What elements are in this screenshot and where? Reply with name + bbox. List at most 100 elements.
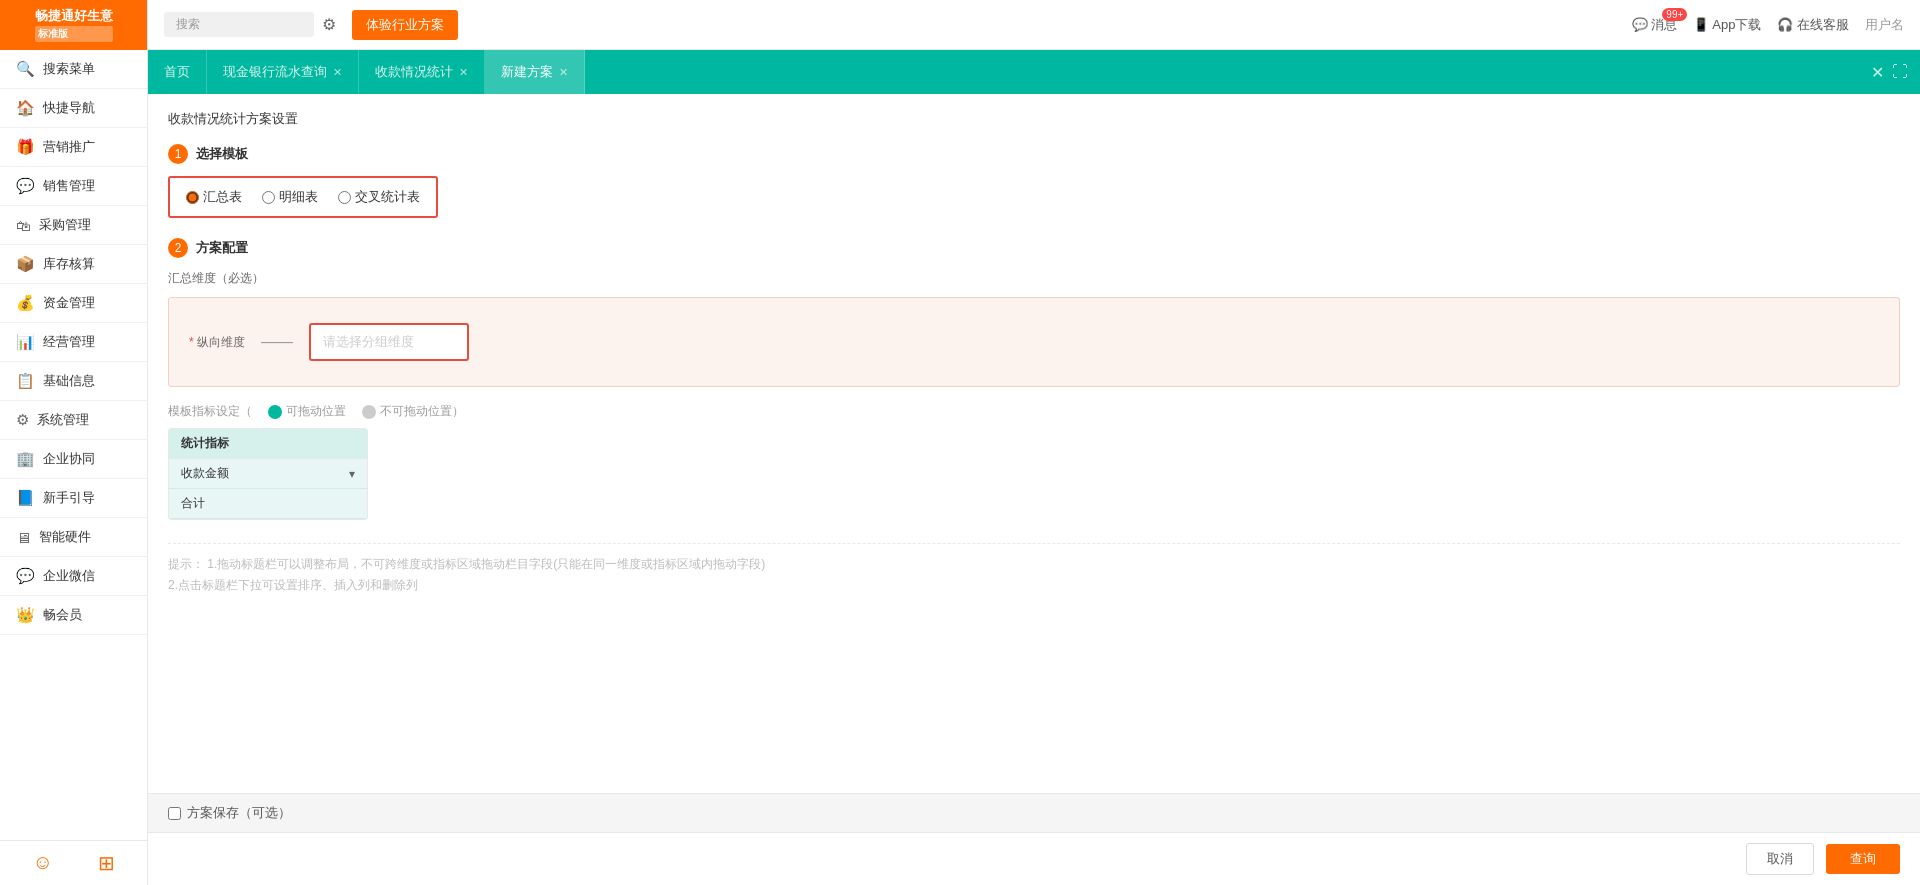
sidebar-item-label: 采购管理 — [39, 216, 91, 234]
sales-icon: 💬 — [16, 177, 35, 195]
radio-detail[interactable]: 明细表 — [262, 188, 318, 206]
sidebar-item-label: 畅会员 — [43, 606, 82, 624]
save-checkbox[interactable] — [168, 807, 181, 820]
tab-close-icon[interactable]: ✕ — [559, 66, 568, 79]
page-title: 收款情况统计方案设置 — [168, 110, 1900, 128]
settings-icon[interactable]: ⚙ — [322, 15, 336, 34]
sidebar-item-label: 新手引导 — [43, 489, 95, 507]
sidebar-item-label: 快捷导航 — [43, 99, 95, 117]
tab-new-plan-label: 新建方案 — [501, 63, 553, 81]
footer-bar: 取消 查询 — [148, 832, 1920, 885]
sidebar-item-wechat[interactable]: 💬 企业微信 — [0, 557, 147, 596]
step1-section: 1 选择模板 汇总表 明细表 交叉统计表 — [168, 144, 1900, 218]
summary-dim-title: 汇总维度（必选） — [168, 270, 1900, 287]
radio-detail-input[interactable] — [262, 191, 275, 204]
metrics-cell-payment[interactable]: 收款金额 ▾ — [169, 459, 367, 489]
home-icon: 🏠 — [16, 99, 35, 117]
tip-text-2: 2.点击标题栏下拉可设置排序、插入列和删除列 — [168, 577, 418, 594]
metrics-section: 模板指标设定（ 可拖动位置 不可拖动位置） 统计指标 — [168, 403, 1900, 523]
search-placeholder: 搜索 — [176, 17, 200, 31]
step1-num: 1 — [168, 144, 188, 164]
gift-icon: 🎁 — [16, 138, 35, 156]
tab-bar: 首页 现金银行流水查询 ✕ 收款情况统计 ✕ 新建方案 ✕ ✕ ⛶ — [148, 50, 1920, 94]
sidebar-bottom-icon2[interactable]: ⊞ — [98, 851, 115, 875]
window-close-icon[interactable]: ✕ — [1871, 63, 1884, 82]
radio-cross-label: 交叉统计表 — [355, 188, 420, 206]
message-button[interactable]: 💬 消息 99+ — [1632, 16, 1678, 34]
dimension-select[interactable]: 请选择分组维度 — [309, 323, 469, 361]
draggable-label: 可拖动位置 — [286, 403, 346, 420]
radio-cross-input[interactable] — [338, 191, 351, 204]
tab-bar-actions: ✕ ⛶ — [1871, 63, 1920, 82]
radio-cross[interactable]: 交叉统计表 — [338, 188, 420, 206]
step1-header: 1 选择模板 — [168, 144, 1900, 164]
tab-payment-stat[interactable]: 收款情况统计 ✕ — [359, 50, 485, 94]
non-draggable-hint: 不可拖动位置） — [362, 403, 464, 420]
vertical-dim-text: 纵向维度 — [197, 335, 245, 349]
message-icon: 💬 — [1632, 17, 1648, 32]
sidebar-item-hardware[interactable]: 🖥 智能硬件 — [0, 518, 147, 557]
tab-cash-flow[interactable]: 现金银行流水查询 ✕ — [207, 50, 359, 94]
app-download-button[interactable]: 📱 App下载 — [1693, 16, 1761, 34]
sidebar-item-marketing[interactable]: 🎁 营销推广 — [0, 128, 147, 167]
radio-summary-input[interactable] — [186, 191, 199, 204]
radio-summary[interactable]: 汇总表 — [186, 188, 242, 206]
sidebar-item-basicinfo[interactable]: 📋 基础信息 — [0, 362, 147, 401]
hardware-icon: 🖥 — [16, 529, 31, 546]
tab-cash-flow-label: 现金银行流水查询 — [223, 63, 327, 81]
message-count: 99+ — [1662, 8, 1687, 21]
user-profile[interactable]: 用户名 — [1865, 16, 1904, 34]
sidebar-item-guide[interactable]: 📘 新手引导 — [0, 479, 147, 518]
guide-icon: 📘 — [16, 489, 35, 507]
header-search[interactable]: 搜索 — [164, 12, 314, 37]
sidebar-item-sales[interactable]: 💬 销售管理 — [0, 167, 147, 206]
sidebar-item-search[interactable]: 🔍 搜索菜单 — [0, 50, 147, 89]
header-right: 💬 消息 99+ 📱 App下载 🎧 在线客服 用户名 — [1632, 16, 1904, 34]
tab-close-icon[interactable]: ✕ — [459, 66, 468, 79]
content-area: 收款情况统计方案设置 1 选择模板 汇总表 明细表 — [148, 94, 1920, 885]
sidebar-item-operations[interactable]: 📊 经营管理 — [0, 323, 147, 362]
vertical-label: * 纵向维度 — [189, 334, 245, 351]
industry-button[interactable]: 体验行业方案 — [352, 10, 458, 40]
sidebar-item-purchase[interactable]: 🛍 采购管理 — [0, 206, 147, 245]
inventory-icon: 📦 — [16, 255, 35, 273]
sidebar-item-member[interactable]: 👑 畅会员 — [0, 596, 147, 635]
top-header: 搜索 ⚙ 体验行业方案 💬 消息 99+ 📱 App下载 🎧 在线客服 用户名 — [148, 0, 1920, 50]
online-service-button[interactable]: 🎧 在线客服 — [1777, 16, 1849, 34]
basicinfo-icon: 📋 — [16, 372, 35, 390]
sidebar-item-inventory[interactable]: 📦 库存核算 — [0, 245, 147, 284]
tab-new-plan[interactable]: 新建方案 ✕ — [485, 50, 585, 94]
save-section: 方案保存（可选） — [148, 793, 1920, 832]
step1-title: 选择模板 — [196, 145, 248, 163]
step2-title: 方案配置 — [196, 239, 248, 257]
save-label[interactable]: 方案保存（可选） — [187, 804, 291, 822]
main-area: 搜索 ⚙ 体验行业方案 💬 消息 99+ 📱 App下载 🎧 在线客服 用户名 — [148, 0, 1920, 885]
tab-home[interactable]: 首页 — [148, 50, 207, 94]
cancel-button[interactable]: 取消 — [1746, 843, 1814, 875]
sidebar-bottom-icon1[interactable]: ☺ — [32, 851, 52, 875]
funds-icon: 💰 — [16, 294, 35, 312]
sidebar-item-funds[interactable]: 💰 资金管理 — [0, 284, 147, 323]
sidebar-item-system[interactable]: ⚙ 系统管理 — [0, 401, 147, 440]
member-icon: 👑 — [16, 606, 35, 624]
draggable-hint: 可拖动位置 — [268, 403, 346, 420]
window-expand-icon[interactable]: ⛶ — [1892, 63, 1908, 81]
query-button[interactable]: 查询 — [1826, 844, 1900, 874]
non-draggable-label: 不可拖动位置） — [380, 403, 464, 420]
draggable-dot — [268, 405, 282, 419]
content-inner: 收款情况统计方案设置 1 选择模板 汇总表 明细表 — [148, 94, 1920, 793]
sidebar-item-label: 资金管理 — [43, 294, 95, 312]
service-icon: 🎧 — [1777, 17, 1793, 32]
logo-badge: 标准版 — [35, 26, 113, 42]
arrow-icon: —— — [261, 333, 293, 351]
sidebar-item-label: 经营管理 — [43, 333, 95, 351]
sidebar-item-quicknav[interactable]: 🏠 快捷导航 — [0, 89, 147, 128]
sidebar-item-enterprise[interactable]: 🏢 企业协同 — [0, 440, 147, 479]
summary-dim-label: 汇总维度（必选） — [168, 270, 264, 287]
step2-section: 2 方案配置 汇总维度（必选） * 纵向维度 —— 请选 — [168, 238, 1900, 594]
sidebar-item-label: 智能硬件 — [39, 528, 91, 546]
sidebar-item-label: 库存核算 — [43, 255, 95, 273]
tip-item-2: 2.点击标题栏下拉可设置排序、插入列和删除列 — [168, 577, 1900, 594]
tab-close-icon[interactable]: ✕ — [333, 66, 342, 79]
sidebar-item-label: 系统管理 — [37, 411, 89, 429]
